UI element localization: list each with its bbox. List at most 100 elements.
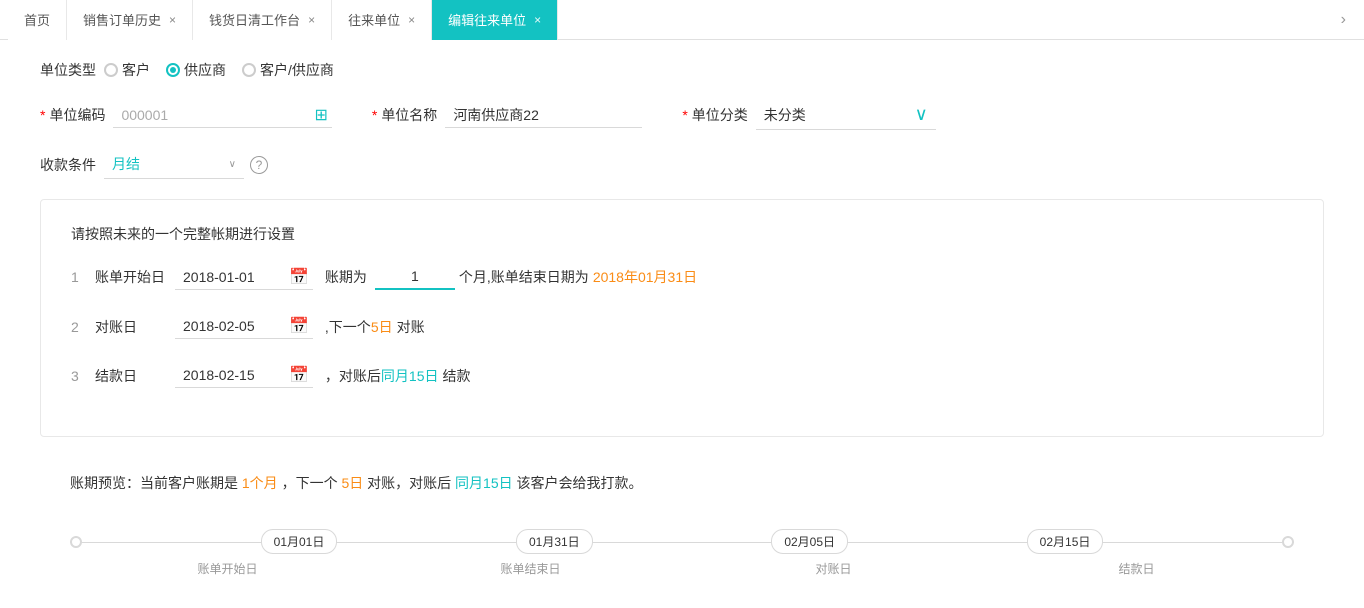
preview-payment-day: 同月15日 bbox=[455, 475, 513, 491]
row-3-date-field[interactable] bbox=[175, 363, 285, 387]
unit-type-radio-group: 客户 供应商 客户/供应商 bbox=[104, 60, 334, 80]
radio-supplier-label: 供应商 bbox=[184, 60, 226, 80]
preview-period: 1个月 bbox=[242, 475, 278, 491]
row-1-number: 1 bbox=[71, 269, 95, 285]
unit-category-required: * bbox=[682, 107, 687, 123]
payment-terms-chevron: ∨ bbox=[229, 159, 236, 170]
tab-sales-history[interactable]: 销售订单历史 × bbox=[67, 0, 193, 40]
row-2-highlight: 5日 bbox=[371, 317, 393, 337]
row-3-suffix: 结款 bbox=[443, 366, 471, 386]
timeline-label-1: 账单开始日 bbox=[197, 560, 257, 577]
unit-details-row: * 单位编码 ⊞ * 单位名称 * 单位分类 未分类 ∨ bbox=[40, 100, 1324, 130]
timeline-badge-2: 01月31日 bbox=[516, 529, 593, 554]
setting-row-3: 3 结款日 📅 ，对账后 同月15日 结款 bbox=[71, 363, 1293, 388]
tab-partners-close[interactable]: × bbox=[408, 13, 415, 27]
radio-customer-label: 客户 bbox=[122, 60, 150, 80]
row-3-date-input: 📅 bbox=[175, 363, 313, 388]
timeline-badge-3: 02月05日 bbox=[771, 529, 848, 554]
row-1-end-date: 2018年01月31日 bbox=[593, 267, 697, 287]
unit-category-item: * 单位分类 未分类 ∨ bbox=[682, 100, 935, 130]
tab-edit-partner[interactable]: 编辑往来单位 × bbox=[432, 0, 558, 40]
row-2-suffix: 对账 bbox=[397, 317, 425, 337]
tab-home[interactable]: 首页 bbox=[8, 0, 67, 40]
unit-code-required: * bbox=[40, 107, 45, 123]
unit-code-label: 单位编码 bbox=[49, 105, 105, 125]
unit-code-copy-icon[interactable]: ⊞ bbox=[310, 105, 331, 125]
radio-both-circle bbox=[242, 63, 256, 77]
tab-partners[interactable]: 往来单位 × bbox=[332, 0, 432, 40]
tab-cashflow[interactable]: 钱货日清工作台 × bbox=[193, 0, 332, 40]
row-2-calendar-icon[interactable]: 📅 bbox=[285, 316, 313, 336]
unit-type-row: 单位类型 客户 供应商 客户/供应商 bbox=[40, 60, 1324, 80]
row-1-period-input-wrapper bbox=[375, 264, 455, 290]
preview-mid: 对账，对账后 bbox=[367, 475, 451, 491]
unit-name-item: * 单位名称 bbox=[372, 103, 642, 128]
timeline-badge-4: 02月15日 bbox=[1027, 529, 1104, 554]
setting-row-1: 1 账单开始日 📅 账期为 个月,账单结束日期为 2018年01月31日 bbox=[71, 264, 1293, 290]
row-1-label: 账单开始日 bbox=[95, 267, 175, 287]
unit-code-input-wrapper: ⊞ bbox=[113, 103, 331, 128]
timeline-dot-end bbox=[1282, 536, 1294, 548]
row-2-date-field[interactable] bbox=[175, 314, 285, 338]
row-1-calendar-icon[interactable]: 📅 bbox=[285, 267, 313, 287]
unit-name-required: * bbox=[372, 107, 377, 123]
timeline-badge-1: 01月01日 bbox=[261, 529, 338, 554]
row-3-highlight: 同月15日 bbox=[381, 366, 439, 386]
tabs-more-button[interactable]: › bbox=[1331, 11, 1356, 29]
payment-terms-item: 收款条件 月结 ∨ ? bbox=[40, 150, 268, 179]
unit-code-input[interactable] bbox=[113, 103, 310, 127]
timeline-label-2: 账单结束日 bbox=[500, 560, 560, 577]
tab-cashflow-label: 钱货日清工作台 bbox=[209, 10, 300, 29]
unit-category-label: 单位分类 bbox=[692, 105, 748, 125]
unit-category-chevron: ∨ bbox=[915, 104, 928, 125]
timeline-label-3: 对账日 bbox=[815, 560, 851, 577]
unit-category-select[interactable]: 未分类 ∨ bbox=[756, 100, 936, 130]
row-2-date-input: 📅 bbox=[175, 314, 313, 339]
timeline-dot-start bbox=[70, 536, 82, 548]
row-3-number: 3 bbox=[71, 368, 95, 384]
row-1-suffix: 个月,账单结束日期为 bbox=[459, 267, 589, 287]
tab-edit-partner-label: 编辑往来单位 bbox=[448, 10, 526, 29]
panel-title: 请按照未来的一个完整帐期进行设置 bbox=[71, 224, 1293, 244]
radio-customer[interactable]: 客户 bbox=[104, 60, 150, 80]
row-1-period-label: 账期为 bbox=[325, 267, 367, 287]
row-3-calendar-icon[interactable]: 📅 bbox=[285, 365, 313, 385]
tab-cashflow-close[interactable]: × bbox=[308, 13, 315, 27]
payment-terms-help-icon[interactable]: ? bbox=[250, 156, 268, 174]
settings-panel: 请按照未来的一个完整帐期进行设置 1 账单开始日 📅 账期为 个月,账单结束日期… bbox=[40, 199, 1324, 437]
radio-both[interactable]: 客户/供应商 bbox=[242, 60, 334, 80]
unit-name-label: 单位名称 bbox=[381, 105, 437, 125]
tab-home-label: 首页 bbox=[24, 10, 50, 29]
payment-terms-select[interactable]: 月结 ∨ bbox=[104, 150, 244, 179]
timeline-label-4: 结款日 bbox=[1118, 560, 1154, 577]
radio-both-label: 客户/供应商 bbox=[260, 60, 334, 80]
tab-partners-label: 往来单位 bbox=[348, 10, 400, 29]
radio-supplier[interactable]: 供应商 bbox=[166, 60, 226, 80]
preview-section: 账期预览：当前客户账期是 1个月 ，下一个 5日 对账，对账后 同月15日 该客… bbox=[40, 457, 1324, 509]
row-2-number: 2 bbox=[71, 319, 95, 335]
setting-row-2: 2 对账日 📅 ,下一个 5日 对账 bbox=[71, 314, 1293, 339]
unit-name-input[interactable] bbox=[445, 103, 642, 128]
row-1-period-input[interactable] bbox=[375, 264, 455, 290]
tab-sales-history-close[interactable]: × bbox=[169, 13, 176, 27]
main-content: 单位类型 客户 供应商 客户/供应商 * 单位编码 bbox=[0, 40, 1364, 608]
payment-terms-row: 收款条件 月结 ∨ ? bbox=[40, 150, 1324, 179]
preview-recon-day: 5日 bbox=[341, 475, 363, 491]
tab-sales-history-label: 销售订单历史 bbox=[83, 10, 161, 29]
row-3-prefix: ，对账后 bbox=[325, 366, 381, 386]
row-3-label: 结款日 bbox=[95, 366, 175, 386]
radio-customer-circle bbox=[104, 63, 118, 77]
row-1-date-input: 📅 bbox=[175, 265, 313, 290]
row-2-prefix: ,下一个 bbox=[325, 317, 371, 337]
preview-end: 该客户会给我打款。 bbox=[517, 475, 643, 491]
row-1-date-field[interactable] bbox=[175, 265, 285, 289]
row-2-label: 对账日 bbox=[95, 317, 175, 337]
tab-edit-partner-close[interactable]: × bbox=[534, 13, 541, 27]
unit-type-item: 单位类型 客户 供应商 客户/供应商 bbox=[40, 60, 334, 80]
payment-terms-label: 收款条件 bbox=[40, 155, 96, 175]
unit-code-item: * 单位编码 ⊞ bbox=[40, 103, 332, 128]
unit-category-value: 未分类 bbox=[764, 105, 915, 125]
unit-type-label: 单位类型 bbox=[40, 60, 96, 80]
radio-supplier-circle bbox=[166, 63, 180, 77]
preview-sep1: ，下一个 bbox=[282, 475, 338, 491]
